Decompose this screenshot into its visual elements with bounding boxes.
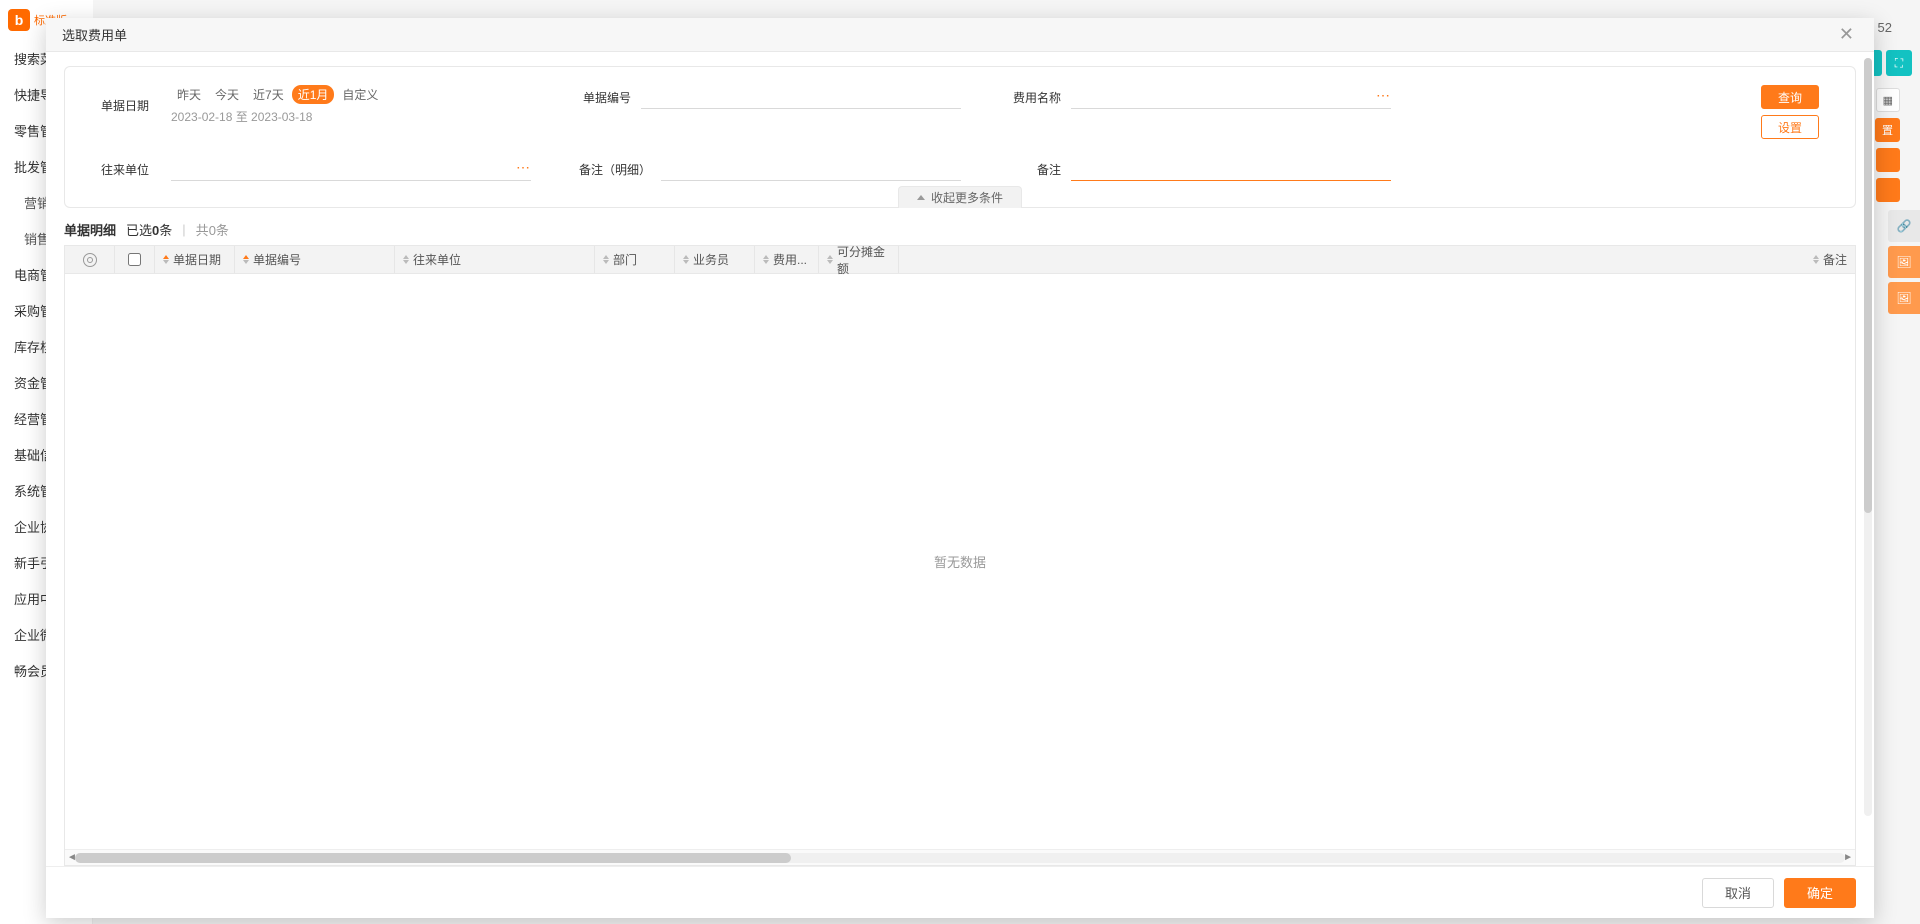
sort-asc-icon — [163, 255, 169, 259]
code-input[interactable] — [641, 85, 961, 109]
date-tab-last1m[interactable]: 近1月 — [292, 85, 335, 104]
modal-header: 选取费用单 ✕ — [46, 18, 1874, 52]
remark-detail-input[interactable] — [661, 157, 961, 181]
sort-asc-icon — [243, 255, 249, 259]
fee-name-lookup-icon[interactable]: ⋯ — [1376, 87, 1389, 104]
filter-actions: 查询 设置 — [1761, 85, 1819, 139]
gear-icon — [83, 253, 97, 267]
details-title: 单据明细 — [64, 220, 116, 239]
details-table: 单据日期 单据编号 往来单位 部门 业务员 费用... 可分摊金额 备注 暂无数… — [64, 245, 1856, 866]
sort-asc-icon — [403, 255, 409, 259]
code-label: 单据编号 — [571, 89, 641, 106]
table-empty-state: 暂无数据 — [65, 274, 1855, 849]
fee-name-label: 费用名称 — [1001, 89, 1071, 106]
party-label: 往来单位 — [101, 161, 171, 178]
date-tab-yesterday[interactable]: 昨天 — [171, 85, 207, 104]
filter-remark: 备注 — [1001, 157, 1391, 181]
column-dept[interactable]: 部门 — [595, 246, 675, 273]
sort-desc-icon — [403, 260, 409, 264]
table-header: 单据日期 单据编号 往来单位 部门 业务员 费用... 可分摊金额 备注 — [65, 246, 1855, 274]
sort-desc-icon — [163, 260, 169, 264]
modal-title: 选取费用单 — [62, 25, 127, 44]
column-select-all[interactable] — [115, 246, 155, 273]
date-range-tabs: 昨天 今天 近7天 近1月 自定义 — [171, 85, 384, 104]
date-label: 单据日期 — [101, 97, 171, 114]
sort-desc-icon — [603, 260, 609, 264]
date-tab-custom[interactable]: 自定义 — [336, 85, 384, 104]
filter-remark-detail: 备注（明细） — [571, 157, 961, 181]
date-tab-last7[interactable]: 近7天 — [247, 85, 290, 104]
sort-desc-icon — [243, 260, 249, 264]
date-tab-today[interactable]: 今天 — [209, 85, 245, 104]
total-count: 共0条 — [196, 220, 229, 239]
party-input[interactable] — [171, 157, 531, 181]
sort-desc-icon — [763, 260, 769, 264]
vertical-scrollbar[interactable] — [1864, 58, 1872, 816]
ok-button[interactable]: 确定 — [1784, 878, 1856, 908]
sort-asc-icon — [763, 255, 769, 259]
horizontal-scrollbar[interactable]: ◄ ► — [65, 849, 1855, 865]
party-lookup-icon[interactable]: ⋯ — [516, 159, 529, 176]
collapse-filters-button[interactable]: 收起更多条件 — [898, 186, 1022, 208]
filter-party: 往来单位 ⋯ — [101, 157, 531, 181]
filter-date: 单据日期 昨天 今天 近7天 近1月 自定义 2023-02-18 至 2023… — [101, 85, 531, 125]
cancel-button[interactable]: 取消 — [1702, 878, 1774, 908]
scrollbar-thumb[interactable] — [1864, 58, 1872, 513]
selected-count: 已选0条 — [126, 220, 172, 239]
sort-asc-icon — [683, 255, 689, 259]
filter-fee-name: 费用名称 ⋯ — [1001, 85, 1391, 109]
remark-label: 备注 — [1001, 161, 1071, 178]
select-fee-modal: 选取费用单 ✕ 单据日期 昨天 今天 近7天 近1月 自定义 — [46, 18, 1874, 918]
settings-button[interactable]: 设置 — [1761, 115, 1819, 139]
empty-text: 暂无数据 — [934, 552, 986, 571]
remark-input[interactable] — [1071, 157, 1391, 181]
close-icon[interactable]: ✕ — [1835, 24, 1858, 45]
collapse-label: 收起更多条件 — [931, 189, 1003, 206]
sort-asc-icon — [603, 255, 609, 259]
column-remark[interactable]: 备注 — [899, 246, 1855, 273]
remark-detail-label: 备注（明细） — [571, 161, 661, 178]
column-code[interactable]: 单据编号 — [235, 246, 395, 273]
sort-desc-icon — [683, 260, 689, 264]
modal-body: 单据日期 昨天 今天 近7天 近1月 自定义 2023-02-18 至 2023… — [46, 52, 1874, 866]
chevron-up-icon — [917, 195, 925, 200]
column-settings[interactable] — [65, 246, 115, 273]
select-all-checkbox[interactable] — [128, 253, 141, 266]
sort-desc-icon — [1813, 260, 1819, 264]
sort-asc-icon — [827, 255, 833, 259]
scroll-right-icon[interactable]: ► — [1843, 852, 1853, 863]
column-staff[interactable]: 业务员 — [675, 246, 755, 273]
query-button[interactable]: 查询 — [1761, 85, 1819, 109]
column-amount[interactable]: 可分摊金额 — [819, 246, 899, 273]
fee-name-input[interactable] — [1071, 85, 1391, 109]
modal-footer: 取消 确定 — [46, 866, 1874, 918]
filter-panel: 单据日期 昨天 今天 近7天 近1月 自定义 2023-02-18 至 2023… — [64, 66, 1856, 208]
column-date[interactable]: 单据日期 — [155, 246, 235, 273]
sort-asc-icon — [1813, 255, 1819, 259]
date-range-value: 2023-02-18 至 2023-03-18 — [171, 108, 312, 125]
scroll-thumb[interactable] — [75, 853, 791, 863]
column-party[interactable]: 往来单位 — [395, 246, 595, 273]
column-fee[interactable]: 费用... — [755, 246, 819, 273]
details-header: 单据明细 已选0条 | 共0条 — [46, 208, 1874, 245]
filter-code: 单据编号 — [571, 85, 961, 109]
sort-desc-icon — [827, 260, 833, 264]
